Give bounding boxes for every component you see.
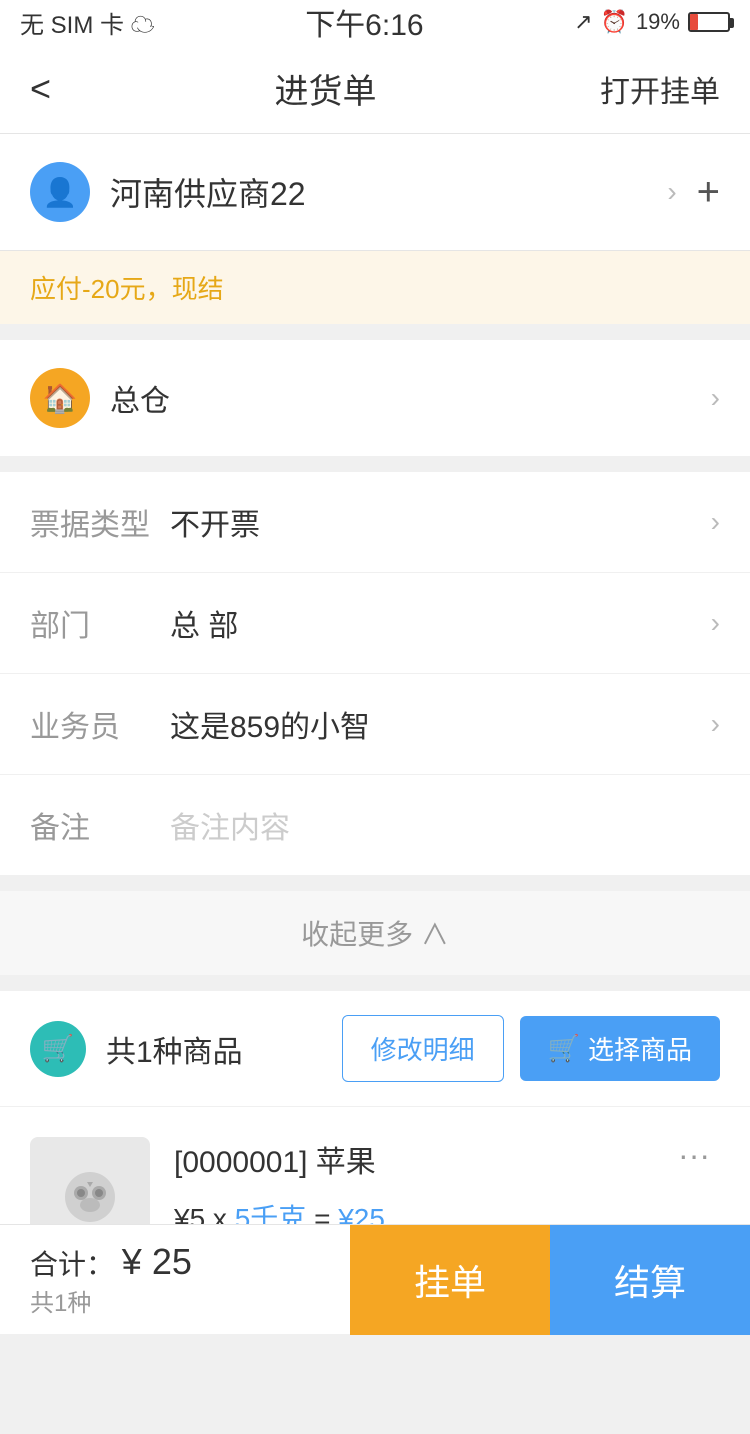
- hang-button[interactable]: 挂单: [350, 1225, 550, 1335]
- divider: [0, 975, 750, 991]
- product-name: [0000001] 苹果: [174, 1137, 668, 1181]
- remark-row[interactable]: 备注 备注内容: [0, 775, 750, 875]
- dept-label: 部门: [30, 601, 150, 645]
- select-label: 选择商品: [588, 1030, 692, 1067]
- total-label: 合计：: [30, 1249, 114, 1280]
- status-right: ↗ ⏰ 19%: [574, 9, 730, 35]
- location-icon: ↗: [574, 9, 592, 35]
- ticket-type-chevron-icon: ›: [711, 506, 720, 538]
- avatar-icon: 👤: [43, 176, 78, 209]
- warehouse-name: 总仓: [110, 376, 711, 420]
- add-supplier-button[interactable]: +: [697, 170, 720, 215]
- dept-value: 总 部: [170, 601, 711, 645]
- total-section: 合计： ¥ 25 共1种: [0, 1241, 350, 1318]
- supplier-row[interactable]: 👤 河南供应商22 › +: [0, 134, 750, 251]
- total-amount: ¥ 25: [122, 1241, 192, 1282]
- product-more-button[interactable]: ···: [668, 1137, 720, 1174]
- select-icon: 🛒: [548, 1033, 580, 1064]
- status-time: 下午6:16: [305, 0, 423, 44]
- alarm-icon: ⏰: [601, 9, 628, 35]
- warehouse-chevron-icon: ›: [711, 382, 720, 414]
- remark-input[interactable]: 备注内容: [170, 803, 720, 847]
- battery-icon: [688, 12, 730, 32]
- warehouse-row[interactable]: 🏠 总仓 ›: [0, 340, 750, 456]
- total-line: 合计： ¥ 25: [30, 1241, 320, 1283]
- cart-icon: 🛒: [42, 1033, 74, 1064]
- sim-label: 无 SIM 卡 ☁: [20, 5, 155, 40]
- staff-label: 业务员: [30, 702, 150, 746]
- product-info: [0000001] 苹果 ¥5 x 5千克 = ¥25: [174, 1137, 668, 1237]
- staff-row[interactable]: 业务员 这是859的小智 ›: [0, 674, 750, 775]
- supplier-section: 👤 河南供应商22 › + 应付-20元，现结: [0, 134, 750, 324]
- staff-chevron-icon: ›: [711, 708, 720, 740]
- collapse-label: 收起更多 ∧: [301, 913, 449, 953]
- product-code: [0000001]: [174, 1146, 316, 1179]
- page-title: 进货单: [275, 64, 377, 113]
- status-bar: 无 SIM 卡 ☁ 下午6:16 ↗ ⏰ 19%: [0, 0, 750, 44]
- remark-label: 备注: [30, 803, 150, 847]
- modify-detail-button[interactable]: 修改明细: [342, 1015, 504, 1082]
- staff-value: 这是859的小智: [170, 702, 711, 746]
- ticket-type-value: 不开票: [170, 500, 711, 544]
- ticket-type-row[interactable]: 票据类型 不开票 ›: [0, 472, 750, 573]
- status-left: 无 SIM 卡 ☁: [20, 5, 155, 40]
- products-header: 🛒 共1种商品 修改明细 🛒 选择商品: [0, 991, 750, 1107]
- warehouse-icon: 🏠: [30, 368, 90, 428]
- products-icon: 🛒: [30, 1021, 86, 1077]
- notice-text: 应付-20元，现结: [30, 274, 224, 304]
- ticket-type-label: 票据类型: [30, 500, 150, 544]
- collapse-row[interactable]: 收起更多 ∧: [0, 891, 750, 975]
- select-product-button[interactable]: 🛒 选择商品: [520, 1016, 720, 1081]
- back-button[interactable]: <: [30, 68, 51, 110]
- supplier-chevron-icon: ›: [667, 176, 676, 208]
- supplier-avatar: 👤: [30, 162, 90, 222]
- products-count: 共1种商品: [106, 1027, 342, 1071]
- warehouse-section: 🏠 总仓 ›: [0, 340, 750, 456]
- notice-bar: 应付-20元，现结: [0, 251, 750, 324]
- total-count: 共1种: [30, 1283, 320, 1318]
- product-title: 苹果: [316, 1146, 376, 1179]
- dept-row[interactable]: 部门 总 部 ›: [0, 573, 750, 674]
- supplier-name: 河南供应商22: [110, 169, 306, 215]
- supplier-left: 👤 河南供应商22: [30, 162, 647, 222]
- battery-label: 19%: [636, 9, 680, 35]
- bottom-bar: 合计： ¥ 25 共1种 挂单 结算: [0, 1224, 750, 1334]
- dept-chevron-icon: ›: [711, 607, 720, 639]
- nav-bar: < 进货单 打开挂单: [0, 44, 750, 134]
- checkout-button[interactable]: 结算: [550, 1225, 750, 1335]
- open-hang-button[interactable]: 打开挂单: [600, 67, 720, 111]
- fields-section: 票据类型 不开票 › 部门 总 部 › 业务员 这是859的小智 › 备注 备注…: [0, 472, 750, 875]
